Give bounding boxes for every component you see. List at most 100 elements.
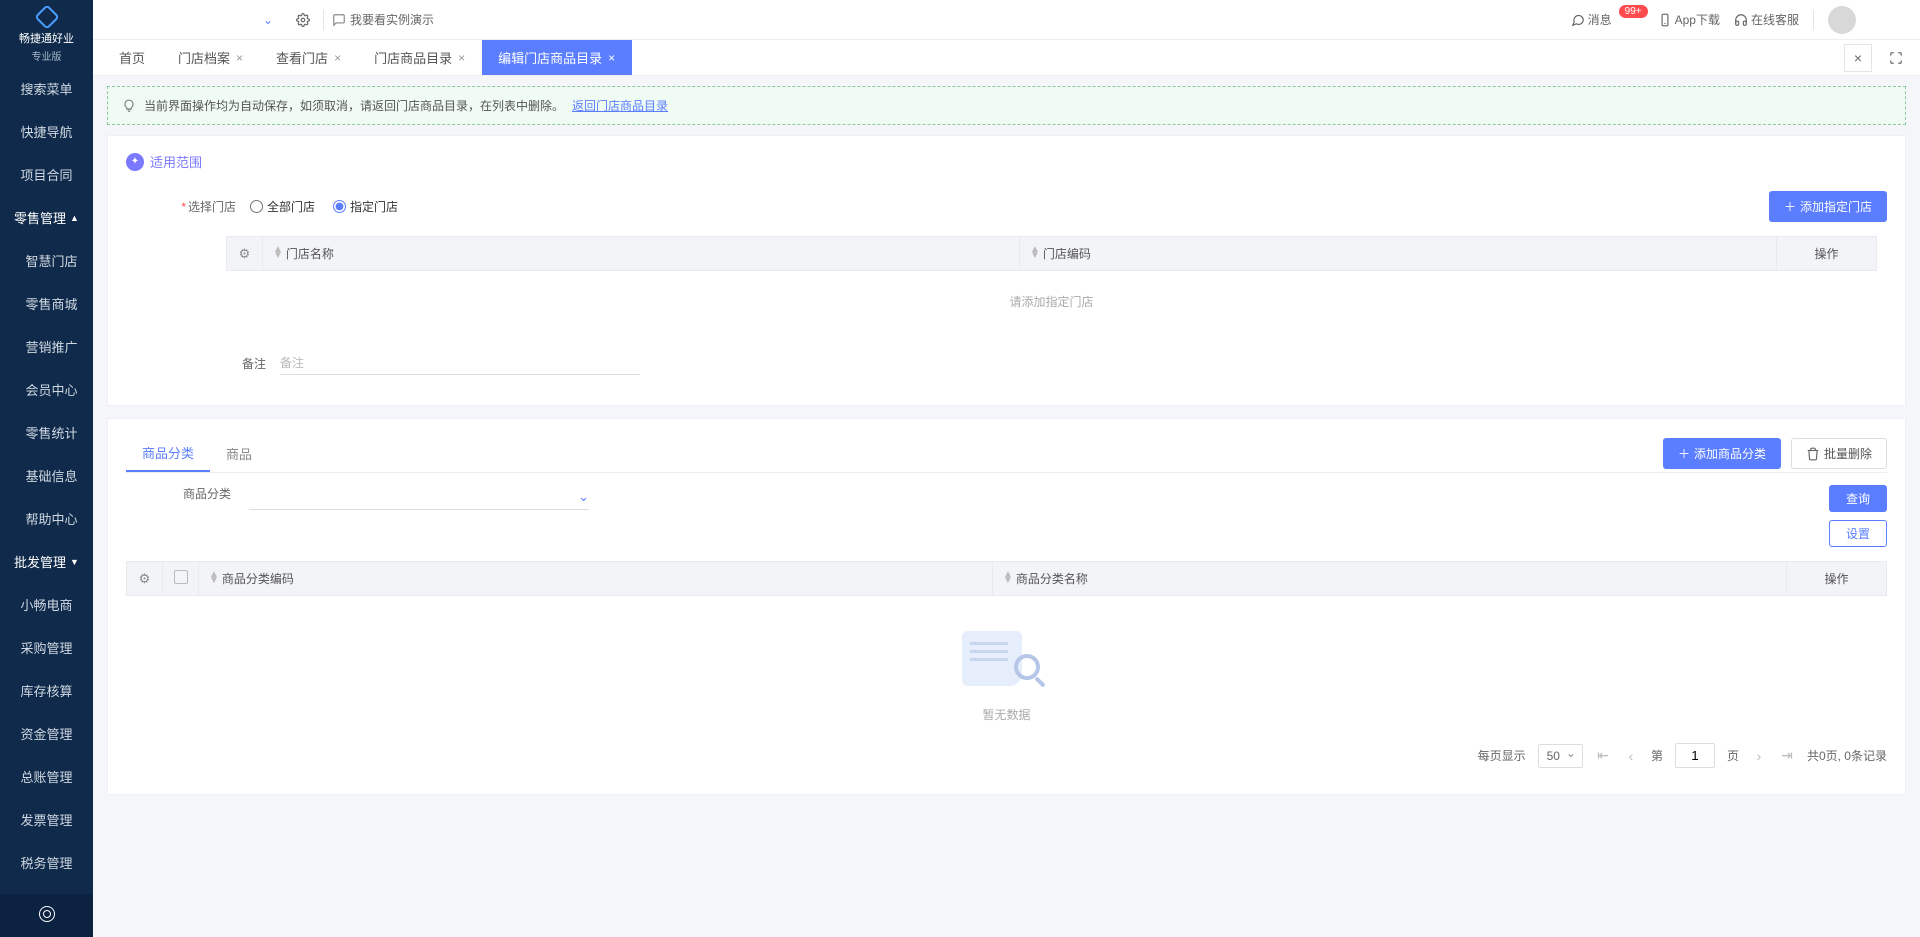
demo-link[interactable]: 我要看实例演示	[332, 11, 434, 28]
tab-edit-store-goods-catalog[interactable]: 编辑门店商品目录 ×	[482, 40, 632, 75]
banner-text: 当前界面操作均为自动保存，如须取消，请返回门店商品目录，在列表中删除。	[144, 97, 564, 114]
banner-link[interactable]: 返回门店商品目录	[572, 97, 668, 114]
store-table-empty: 请添加指定门店	[227, 271, 1877, 333]
menu-funds[interactable]: 资金管理	[0, 712, 93, 755]
close-icon[interactable]: ×	[458, 51, 465, 65]
radio-all-stores[interactable]: 全部门店	[250, 198, 315, 215]
classify-filter-select[interactable]: ⌄	[249, 485, 589, 510]
tab-label: 门店商品目录	[374, 48, 452, 67]
radio-all-input[interactable]	[250, 200, 263, 213]
pagination-summary: 共0页, 0条记录	[1807, 747, 1887, 764]
menu-purchase[interactable]: 采购管理	[0, 626, 93, 669]
sidebar: 畅捷通好业 专业版 搜索菜单 快捷导航 项目合同 零售管理 ▲ 智慧门店 零售商…	[0, 0, 93, 937]
tab-home[interactable]: 首页	[103, 40, 162, 75]
menu-ecommerce[interactable]: 小畅电商	[0, 583, 93, 626]
menu-retail-group[interactable]: 零售管理 ▲	[0, 196, 93, 239]
menu-inventory[interactable]: 库存核算	[0, 669, 93, 712]
org-selector[interactable]: ⌄	[103, 9, 283, 31]
menu-retail-mall[interactable]: 零售商城	[0, 282, 93, 325]
table-settings-header[interactable]: ⚙	[227, 237, 263, 271]
add-classify-button[interactable]: ＋ 添加商品分类	[1663, 438, 1781, 469]
add-specific-store-button[interactable]: ＋ 添加指定门店	[1769, 191, 1887, 222]
gear-icon: ⚙	[239, 246, 251, 261]
query-button[interactable]: 查询	[1829, 485, 1887, 512]
settings-gear-icon[interactable]	[291, 8, 315, 32]
menu-member-center[interactable]: 会员中心	[0, 368, 93, 411]
prev-page-button[interactable]: ‹	[1623, 748, 1639, 764]
checkbox-icon[interactable]	[174, 570, 188, 584]
menu-project-contract[interactable]: 项目合同	[0, 153, 93, 196]
messages-label: 消息	[1588, 11, 1612, 28]
menu-basic-info[interactable]: 基础信息	[0, 454, 93, 497]
menu-help-center[interactable]: 帮助中心	[0, 497, 93, 540]
select-all-header[interactable]	[163, 562, 199, 596]
classify-table: ⚙ ▲▼商品分类编码 ▲▼商品分类名称 操作	[126, 561, 1887, 596]
settings-button[interactable]: 设置	[1829, 520, 1887, 547]
gear-icon: ⚙	[139, 571, 151, 586]
menu-smart-store[interactable]: 智慧门店	[0, 239, 93, 282]
col-classify-name[interactable]: ▲▼商品分类名称	[993, 562, 1787, 596]
close-all-tabs-button[interactable]: ×	[1844, 44, 1872, 72]
table-settings-header[interactable]: ⚙	[127, 562, 163, 596]
batch-delete-button[interactable]: 批量删除	[1791, 438, 1887, 469]
radio-all-label: 全部门店	[267, 198, 315, 215]
sort-icon: ▲▼	[1030, 247, 1040, 259]
menu-tax[interactable]: 税务管理	[0, 841, 93, 884]
add-classify-label: 添加商品分类	[1694, 445, 1766, 462]
app-download-button[interactable]: App下载	[1658, 11, 1720, 28]
classify-empty-state: 暂无数据	[126, 596, 1887, 733]
menu-search[interactable]: 搜索菜单	[0, 67, 93, 110]
menu-marketing[interactable]: 营销推广	[0, 325, 93, 368]
col-operation: 操作	[1777, 237, 1877, 271]
sidebar-settings[interactable]	[0, 894, 93, 937]
close-icon[interactable]: ×	[236, 51, 243, 65]
online-support-button[interactable]: 在线客服	[1734, 11, 1799, 28]
messages-button[interactable]: 消息 99+	[1571, 11, 1644, 28]
close-icon[interactable]: ×	[334, 51, 341, 65]
menu-retail-stats[interactable]: 零售统计	[0, 411, 93, 454]
app-download-label: App下载	[1675, 11, 1720, 28]
lightbulb-icon	[122, 98, 136, 113]
last-page-button[interactable]: ⇥	[1779, 747, 1795, 764]
add-specific-store-label: 添加指定门店	[1800, 198, 1872, 215]
next-page-button[interactable]: ›	[1751, 748, 1767, 764]
tab-view-store[interactable]: 查看门店 ×	[260, 40, 358, 75]
subtab-classify[interactable]: 商品分类	[126, 435, 210, 472]
page-prefix: 第	[1651, 747, 1663, 764]
menu-wholesale-group[interactable]: 批发管理 ▼	[0, 540, 93, 583]
brand-name: 畅捷通好业	[19, 30, 74, 46]
tab-store-archive[interactable]: 门店档案 ×	[162, 40, 260, 75]
radio-specific-input[interactable]	[333, 200, 346, 213]
col-store-code[interactable]: ▲▼门店编码	[1020, 237, 1777, 271]
remark-input[interactable]	[280, 352, 640, 375]
per-page-select[interactable]: 50	[1538, 744, 1583, 768]
sidebar-menu: 搜索菜单 快捷导航 项目合同 零售管理 ▲ 智慧门店 零售商城 营销推广 会员中…	[0, 67, 93, 894]
logo-icon	[34, 4, 59, 29]
subtab-goods[interactable]: 商品	[210, 436, 268, 471]
radio-specific-label: 指定门店	[350, 198, 398, 215]
tab-label: 首页	[119, 48, 145, 67]
col-classify-code[interactable]: ▲▼商品分类编码	[199, 562, 993, 596]
fullscreen-icon[interactable]	[1882, 44, 1910, 72]
menu-wholesale-label: 批发管理	[14, 552, 66, 571]
demo-link-label: 我要看实例演示	[350, 11, 434, 28]
avatar[interactable]	[1828, 6, 1856, 34]
sort-icon: ▲▼	[209, 572, 219, 584]
close-icon[interactable]: ×	[608, 51, 615, 65]
col-store-name[interactable]: ▲▼门店名称	[263, 237, 1020, 271]
info-banner: 当前界面操作均为自动保存，如须取消，请返回门店商品目录，在列表中删除。 返回门店…	[107, 86, 1906, 125]
radio-specific-stores[interactable]: 指定门店	[333, 198, 398, 215]
gear-icon	[39, 906, 55, 922]
menu-quicknav[interactable]: 快捷导航	[0, 110, 93, 153]
pagination: 每页显示 50 ⇤ ‹ 第 页 › ⇥ 共0页, 0条记录	[126, 733, 1887, 778]
sort-icon: ▲▼	[1003, 572, 1013, 584]
menu-ledger[interactable]: 总账管理	[0, 755, 93, 798]
classify-filter-label: 商品分类	[161, 485, 231, 502]
online-support-label: 在线客服	[1751, 11, 1799, 28]
page-suffix: 页	[1727, 747, 1739, 764]
tab-store-goods-catalog[interactable]: 门店商品目录 ×	[358, 40, 482, 75]
divider	[1813, 10, 1814, 30]
page-number-input[interactable]	[1675, 743, 1715, 768]
first-page-button[interactable]: ⇤	[1595, 747, 1611, 764]
menu-invoice[interactable]: 发票管理	[0, 798, 93, 841]
